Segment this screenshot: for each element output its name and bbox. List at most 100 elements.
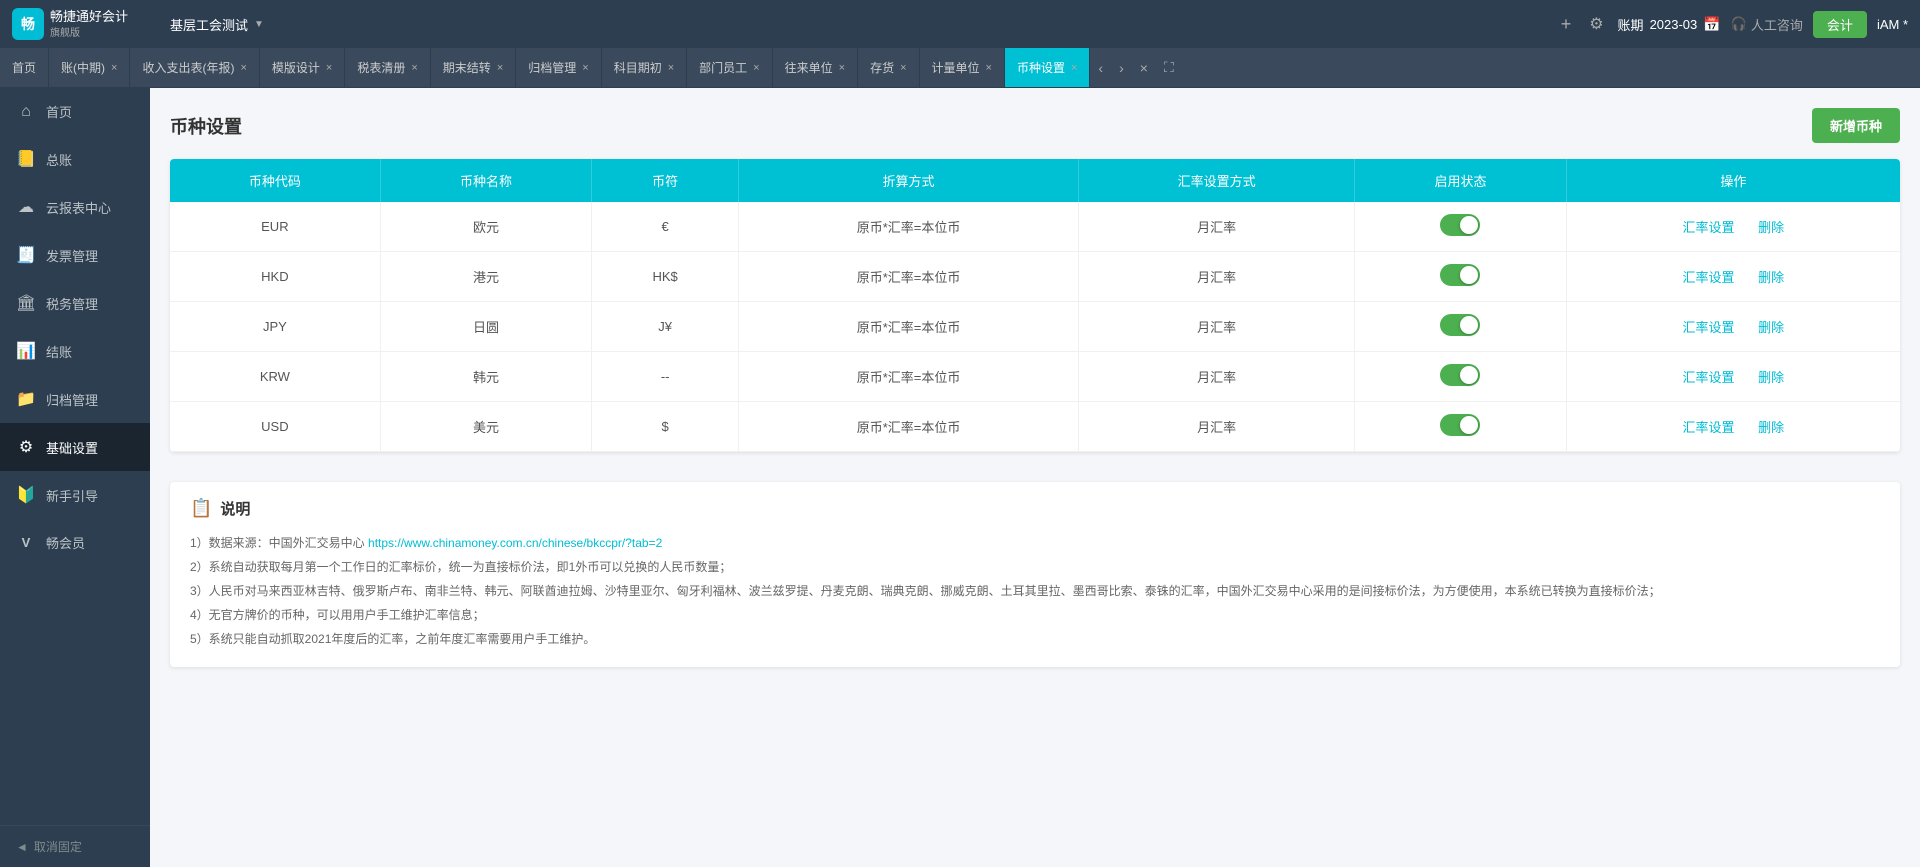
tab-partners[interactable]: 往来单位 × bbox=[773, 48, 858, 87]
sidebar-item-settings[interactable]: ⚙ 基础设置 bbox=[0, 423, 150, 471]
sidebar-item-cloud[interactable]: ☁ 云报表中心 bbox=[0, 183, 150, 231]
rate-settings-link[interactable]: 汇率设置 bbox=[1683, 320, 1735, 335]
tab-close-all-button[interactable]: × bbox=[1132, 60, 1156, 76]
add-tab-button[interactable]: + bbox=[1557, 14, 1576, 35]
notes-item: 4）无官方牌价的币种，可以用用户手工维护汇率信息； bbox=[190, 603, 1880, 627]
delete-link[interactable]: 删除 bbox=[1758, 370, 1784, 385]
tab-subjects[interactable]: 科目期初 × bbox=[602, 48, 687, 87]
tab-fullscreen-button[interactable]: ⛶ bbox=[1156, 59, 1182, 76]
tab-inventory[interactable]: 存货 × bbox=[858, 48, 919, 87]
cell-code: JPY bbox=[170, 302, 380, 352]
rate-settings-link[interactable]: 汇率设置 bbox=[1683, 270, 1735, 285]
tab-prev-button[interactable]: ‹ bbox=[1090, 60, 1111, 76]
tab-home[interactable]: 首页 bbox=[0, 48, 49, 87]
top-bar: 畅 畅捷通好会计 旗舰版 基层工会测试 ▼ + ⚙ 账期 2023-03 📅 🎧… bbox=[0, 0, 1920, 48]
tab-dept-label: 部门员工 bbox=[699, 59, 747, 76]
toggle-track[interactable] bbox=[1440, 364, 1480, 386]
rate-settings-link[interactable]: 汇率设置 bbox=[1683, 220, 1735, 235]
tab-archive-label: 归档管理 bbox=[528, 59, 576, 76]
sidebar-item-invoice[interactable]: 🧾 发票管理 bbox=[0, 231, 150, 279]
sidebar-item-member[interactable]: V 畅会员 bbox=[0, 519, 150, 566]
tab-template[interactable]: 模版设计 × bbox=[260, 48, 345, 87]
table-row: USD 美元 $ 原币*汇率=本位币 月汇率 汇率设置 删除 bbox=[170, 402, 1900, 452]
sidebar-item-archive-label: 归档管理 bbox=[46, 390, 98, 409]
delete-link[interactable]: 删除 bbox=[1758, 420, 1784, 435]
rate-settings-link[interactable]: 汇率设置 bbox=[1683, 370, 1735, 385]
toggle-track[interactable] bbox=[1440, 314, 1480, 336]
toggle-switch[interactable] bbox=[1440, 264, 1480, 286]
cell-calc: 原币*汇率=本位币 bbox=[739, 202, 1079, 252]
cell-symbol: J¥ bbox=[592, 302, 739, 352]
delete-link[interactable]: 删除 bbox=[1758, 320, 1784, 335]
sidebar-item-archive[interactable]: 📁 归档管理 bbox=[0, 375, 150, 423]
cell-rate-type: 月汇率 bbox=[1079, 402, 1355, 452]
tab-period-end[interactable]: 期末结转 × bbox=[431, 48, 516, 87]
tab-bar: 首页 账(中期) × 收入支出表(年报) × 模版设计 × 税表清册 × 期末结… bbox=[0, 48, 1920, 88]
tab-period-close[interactable]: × bbox=[111, 62, 117, 74]
archive-icon: 📁 bbox=[16, 389, 36, 409]
tab-currency[interactable]: 币种设置 × bbox=[1005, 48, 1090, 87]
sidebar-item-ledger[interactable]: 📒 总账 bbox=[0, 135, 150, 183]
sidebar-item-guide-label: 新手引导 bbox=[46, 486, 98, 505]
sidebar-item-home[interactable]: ⌂ 首页 bbox=[0, 88, 150, 135]
sidebar-item-cloud-label: 云报表中心 bbox=[46, 198, 111, 217]
sidebar-item-guide[interactable]: 🔰 新手引导 bbox=[0, 471, 150, 519]
tab-archive[interactable]: 归档管理 × bbox=[516, 48, 601, 87]
headset-icon: 🎧 bbox=[1731, 16, 1747, 32]
sidebar-item-invoice-label: 发票管理 bbox=[46, 246, 98, 265]
account-type-button[interactable]: 会计 bbox=[1813, 11, 1867, 38]
toggle-track[interactable] bbox=[1440, 414, 1480, 436]
toggle-thumb bbox=[1460, 366, 1478, 384]
calendar-icon[interactable]: 📅 bbox=[1703, 16, 1720, 33]
cell-calc: 原币*汇率=本位币 bbox=[739, 402, 1079, 452]
rate-settings-link[interactable]: 汇率设置 bbox=[1683, 420, 1735, 435]
tab-currency-close[interactable]: × bbox=[1071, 62, 1077, 74]
toggle-switch[interactable] bbox=[1440, 314, 1480, 336]
tab-next-button[interactable]: › bbox=[1111, 60, 1132, 76]
notes-link[interactable]: https://www.chinamoney.com.cn/chinese/bk… bbox=[368, 536, 662, 550]
page-title: 币种设置 bbox=[170, 113, 242, 139]
col-header-action: 操作 bbox=[1566, 159, 1900, 202]
tab-income-label: 收入支出表(年报) bbox=[142, 59, 234, 76]
tab-unit-close[interactable]: × bbox=[986, 62, 992, 74]
toggle-track[interactable] bbox=[1440, 214, 1480, 236]
cancel-fixed-icon: ◄ bbox=[16, 840, 28, 854]
support-label: 人工咨询 bbox=[1751, 15, 1803, 34]
tab-unit[interactable]: 计量单位 × bbox=[920, 48, 1005, 87]
tab-dept[interactable]: 部门员工 × bbox=[687, 48, 772, 87]
new-currency-button[interactable]: 新增币种 bbox=[1812, 108, 1900, 143]
col-header-rate-type: 汇率设置方式 bbox=[1079, 159, 1355, 202]
settings-icon[interactable]: ⚙ bbox=[1585, 14, 1607, 34]
tab-period-end-close[interactable]: × bbox=[497, 62, 503, 74]
tab-partners-close[interactable]: × bbox=[839, 62, 845, 74]
tab-inventory-label: 存货 bbox=[870, 59, 894, 76]
tab-template-close[interactable]: × bbox=[326, 62, 332, 74]
sidebar: ⌂ 首页 📒 总账 ☁ 云报表中心 🧾 发票管理 🏛 税务管理 📊 结账 📁 归… bbox=[0, 88, 150, 867]
tab-archive-close[interactable]: × bbox=[582, 62, 588, 74]
delete-link[interactable]: 删除 bbox=[1758, 220, 1784, 235]
tab-tax-close[interactable]: × bbox=[411, 62, 417, 74]
company-selector[interactable]: 基层工会测试 ▼ bbox=[170, 15, 1547, 34]
tab-income-close[interactable]: × bbox=[240, 62, 246, 74]
settings-sidebar-icon: ⚙ bbox=[16, 437, 36, 457]
toggle-switch[interactable] bbox=[1440, 414, 1480, 436]
toggle-track[interactable] bbox=[1440, 264, 1480, 286]
tab-inventory-close[interactable]: × bbox=[900, 62, 906, 74]
delete-link[interactable]: 删除 bbox=[1758, 270, 1784, 285]
toggle-switch[interactable] bbox=[1440, 214, 1480, 236]
sidebar-item-close[interactable]: 📊 结账 bbox=[0, 327, 150, 375]
tab-income[interactable]: 收入支出表(年报) × bbox=[130, 48, 259, 87]
notes-header: 📋 说明 bbox=[190, 498, 1880, 519]
cell-name: 美元 bbox=[380, 402, 592, 452]
support-button[interactable]: 🎧 人工咨询 bbox=[1731, 15, 1803, 34]
cell-name: 欧元 bbox=[380, 202, 592, 252]
toggle-switch[interactable] bbox=[1440, 364, 1480, 386]
tab-tax[interactable]: 税表清册 × bbox=[345, 48, 430, 87]
tab-dept-close[interactable]: × bbox=[753, 62, 759, 74]
tab-period[interactable]: 账(中期) × bbox=[49, 48, 130, 87]
cancel-fixed-button[interactable]: ◄ 取消固定 bbox=[0, 825, 150, 867]
toggle-thumb bbox=[1460, 416, 1478, 434]
tab-subjects-close[interactable]: × bbox=[668, 62, 674, 74]
cell-rate-type: 月汇率 bbox=[1079, 202, 1355, 252]
sidebar-item-tax[interactable]: 🏛 税务管理 bbox=[0, 279, 150, 327]
